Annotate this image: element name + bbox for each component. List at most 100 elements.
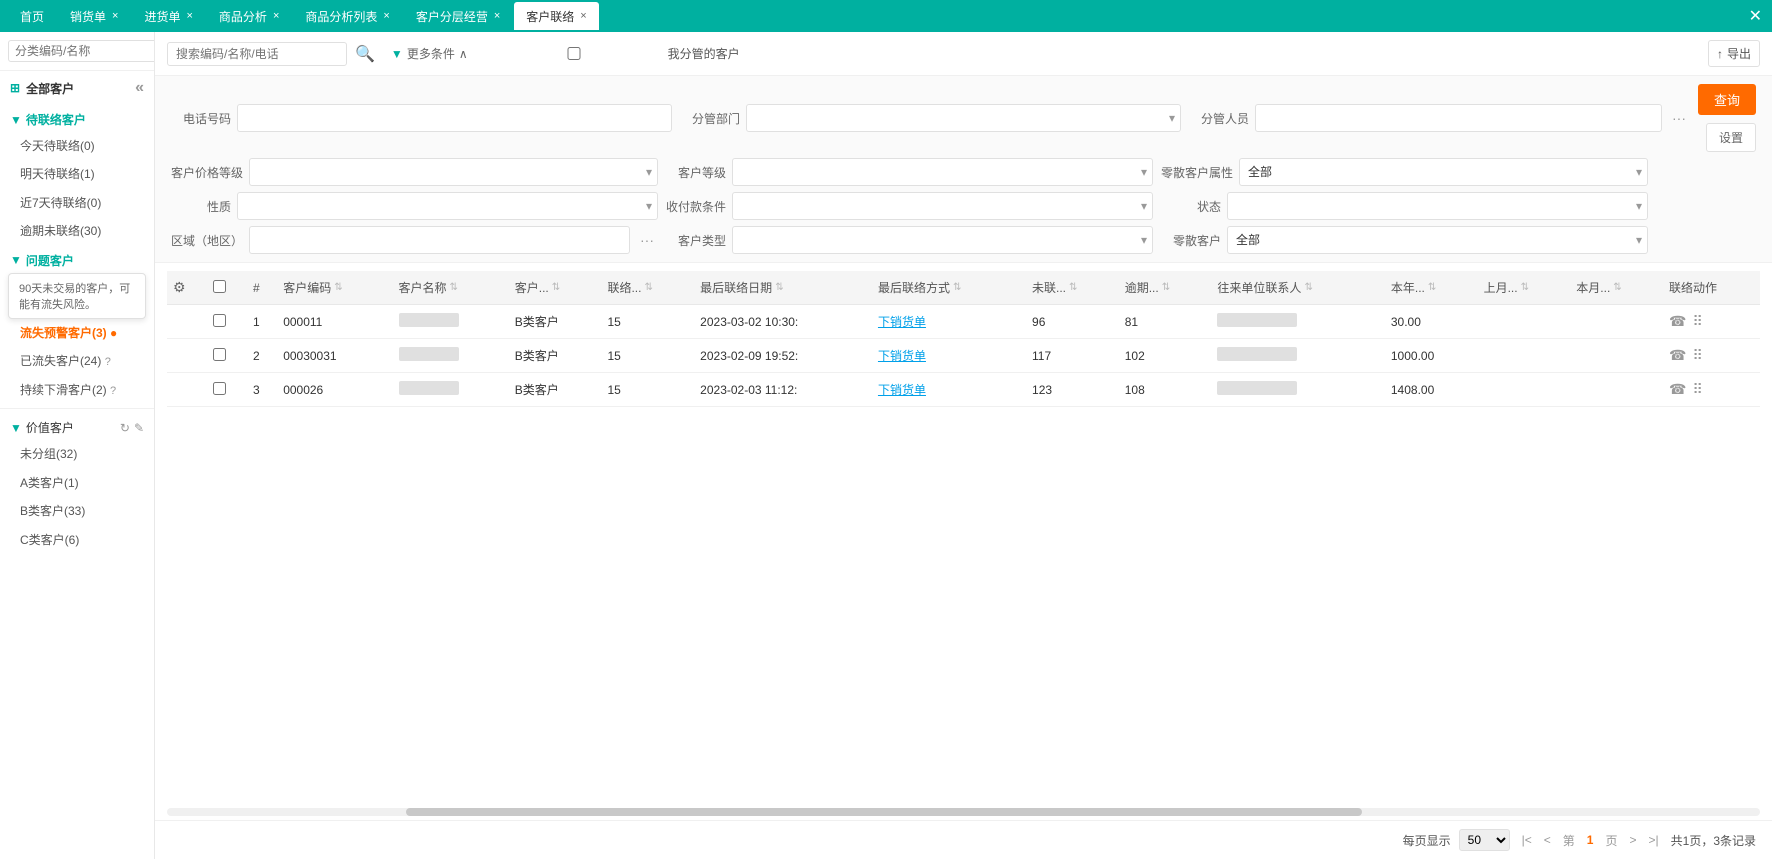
sidebar-item-class-b[interactable]: B类客户(33) xyxy=(0,497,154,525)
row-checkbox[interactable] xyxy=(213,382,226,395)
horizontal-scrollbar[interactable] xyxy=(167,808,1760,816)
prev-page-button[interactable]: < xyxy=(1540,831,1555,849)
tab-customer-contact[interactable]: 客户联络 × xyxy=(514,2,598,30)
my-customers-checkbox-label[interactable]: 我分管的客户 xyxy=(484,45,740,62)
tab-home[interactable]: 首页 xyxy=(8,2,56,30)
sidebar-item-class-a[interactable]: A类客户(1) xyxy=(0,469,154,497)
tab-customer-contact-close[interactable]: × xyxy=(580,10,586,22)
search-input[interactable] xyxy=(167,42,347,66)
tab-sales[interactable]: 销货单 × xyxy=(58,2,130,30)
payment-select[interactable] xyxy=(732,192,1153,220)
per-page-select[interactable]: 50 100 xyxy=(1459,829,1510,851)
tab-analysis[interactable]: 商品分析 × xyxy=(207,2,291,30)
last-page-button[interactable]: >| xyxy=(1645,831,1663,849)
sidebar-search-input[interactable] xyxy=(8,40,155,62)
row-checkbox[interactable] xyxy=(213,314,226,327)
customer-type-select[interactable] xyxy=(732,226,1153,254)
contact-sort-icon: ⇅ xyxy=(644,282,652,293)
sidebar-item-overdue[interactable]: 逾期未联络(30) xyxy=(0,217,154,245)
dept-select[interactable] xyxy=(746,104,1181,132)
collapse-icon[interactable]: « xyxy=(135,79,144,97)
row-method-link[interactable]: 下销货单 xyxy=(878,315,926,329)
phone-label: 电话号码 xyxy=(171,110,231,127)
sidebar-group-problem[interactable]: ▼ 问题客户 xyxy=(0,246,154,273)
more-conditions-button[interactable]: ▼ 更多条件 ∧ xyxy=(383,41,476,66)
unit-contact-sort-icon: ⇅ xyxy=(1304,282,1312,293)
row-last-date: 2023-02-09 19:52: xyxy=(694,339,872,373)
row-settings-cell xyxy=(167,373,207,407)
window-close-button[interactable]: ✕ xyxy=(1749,6,1762,26)
row-name xyxy=(393,339,509,373)
person-input[interactable] xyxy=(1255,104,1662,132)
action-more-icon[interactable]: ⠿ xyxy=(1692,347,1702,364)
code-sort-icon: ⇅ xyxy=(334,282,342,293)
filter-payment: 收付款条件 ▾ xyxy=(666,192,1153,220)
search-button[interactable]: 🔍 xyxy=(355,44,375,64)
sidebar-item-today[interactable]: 今天待联络(0) xyxy=(0,132,154,160)
next-page-button[interactable]: > xyxy=(1626,831,1641,849)
filter-row-3: 性质 ▾ 收付款条件 ▾ 状态 xyxy=(171,192,1756,220)
refresh-icon[interactable]: ↻ xyxy=(120,421,130,435)
scrollbar-thumb[interactable] xyxy=(406,808,1362,816)
filter-customer-type: 客户类型 ▾ xyxy=(666,226,1153,254)
tab-sales-close[interactable]: × xyxy=(112,10,118,22)
action-icons-group: ☎ ⠿ xyxy=(1669,381,1754,398)
region-dots-icon[interactable]: ··· xyxy=(636,232,658,248)
page-label: 第 xyxy=(1559,830,1579,851)
row-checkbox[interactable] xyxy=(213,348,226,361)
export-icon: ↑ xyxy=(1717,47,1723,61)
tab-customer-segment[interactable]: 客户分层经营 × xyxy=(404,2,512,30)
action-more-icon[interactable]: ⠿ xyxy=(1692,381,1702,398)
sidebar-group-value[interactable]: ▼ 价值客户 ↻ ✎ xyxy=(0,413,154,440)
customer-level-select[interactable] xyxy=(732,158,1153,186)
select-all-checkbox[interactable] xyxy=(213,280,226,293)
payment-label: 收付款条件 xyxy=(666,198,726,215)
retail-attr-select[interactable]: 全部 xyxy=(1239,158,1648,186)
col-last-month: 上月...⇅ xyxy=(1478,271,1571,305)
settings-button[interactable]: 设置 xyxy=(1706,123,1756,152)
region-input[interactable] xyxy=(249,226,630,254)
export-button[interactable]: ↑ 导出 xyxy=(1708,40,1760,67)
action-contact-icon[interactable]: ☎ xyxy=(1669,381,1686,398)
sidebar-item-tomorrow[interactable]: 明天待联络(1) xyxy=(0,160,154,188)
sidebar-item-7days[interactable]: 近7天待联络(0) xyxy=(0,189,154,217)
action-contact-icon[interactable]: ☎ xyxy=(1669,347,1686,364)
person-dots-icon[interactable]: ··· xyxy=(1668,110,1690,126)
sidebar-item-declining[interactable]: 持续下滑客户(2) ? xyxy=(0,376,154,405)
action-more-icon[interactable]: ⠿ xyxy=(1692,313,1702,330)
my-customers-checkbox[interactable] xyxy=(484,47,664,60)
col-unit-contact: 往来单位联系人⇅ xyxy=(1211,271,1384,305)
edit-icon[interactable]: ✎ xyxy=(134,421,144,435)
price-level-select[interactable] xyxy=(249,158,658,186)
query-button[interactable]: 查询 xyxy=(1698,84,1756,115)
retail-customer-select[interactable]: 全部 xyxy=(1227,226,1648,254)
nature-select[interactable] xyxy=(237,192,658,220)
sidebar-group-pending[interactable]: ▼ 待联络客户 xyxy=(0,105,154,132)
action-contact-icon[interactable]: ☎ xyxy=(1669,313,1686,330)
tab-purchase-close[interactable]: × xyxy=(186,10,192,22)
table-settings-icon[interactable]: ⚙ xyxy=(173,279,186,295)
row-name xyxy=(393,305,509,339)
sidebar-item-class-c[interactable]: C类客户(6) xyxy=(0,526,154,554)
row-actions: ☎ ⠿ xyxy=(1663,305,1760,339)
first-page-button[interactable]: |< xyxy=(1518,831,1536,849)
tab-purchase[interactable]: 进货单 × xyxy=(132,2,204,30)
tab-analysis-close[interactable]: × xyxy=(273,10,279,22)
tab-analysis-list[interactable]: 商品分析列表 × xyxy=(293,2,401,30)
phone-input[interactable] xyxy=(237,104,672,132)
sidebar-item-churned[interactable]: 已流失客户(24) ? xyxy=(0,347,154,376)
row-method-link[interactable]: 下销货单 xyxy=(878,383,926,397)
tab-customer-segment-close[interactable]: × xyxy=(494,10,500,22)
status-select[interactable] xyxy=(1227,192,1648,220)
tab-analysis-list-close[interactable]: × xyxy=(383,10,389,22)
value-arrow-icon: ▼ xyxy=(10,421,22,435)
row-unit-blurred xyxy=(1217,381,1297,395)
sidebar-item-ungrouped[interactable]: 未分组(32) xyxy=(0,440,154,468)
retail-customer-label: 零散客户 xyxy=(1161,232,1221,249)
row-method-link[interactable]: 下销货单 xyxy=(878,349,926,363)
sidebar-all-customers[interactable]: ⊞ 全部客户 « xyxy=(0,71,154,105)
sidebar-item-churn-warning[interactable]: 流失预警客户(3) ● xyxy=(0,319,154,347)
row-code: 00030031 xyxy=(277,339,392,373)
row-overdue: 81 xyxy=(1119,305,1212,339)
row-no-contact: 117 xyxy=(1026,339,1119,373)
